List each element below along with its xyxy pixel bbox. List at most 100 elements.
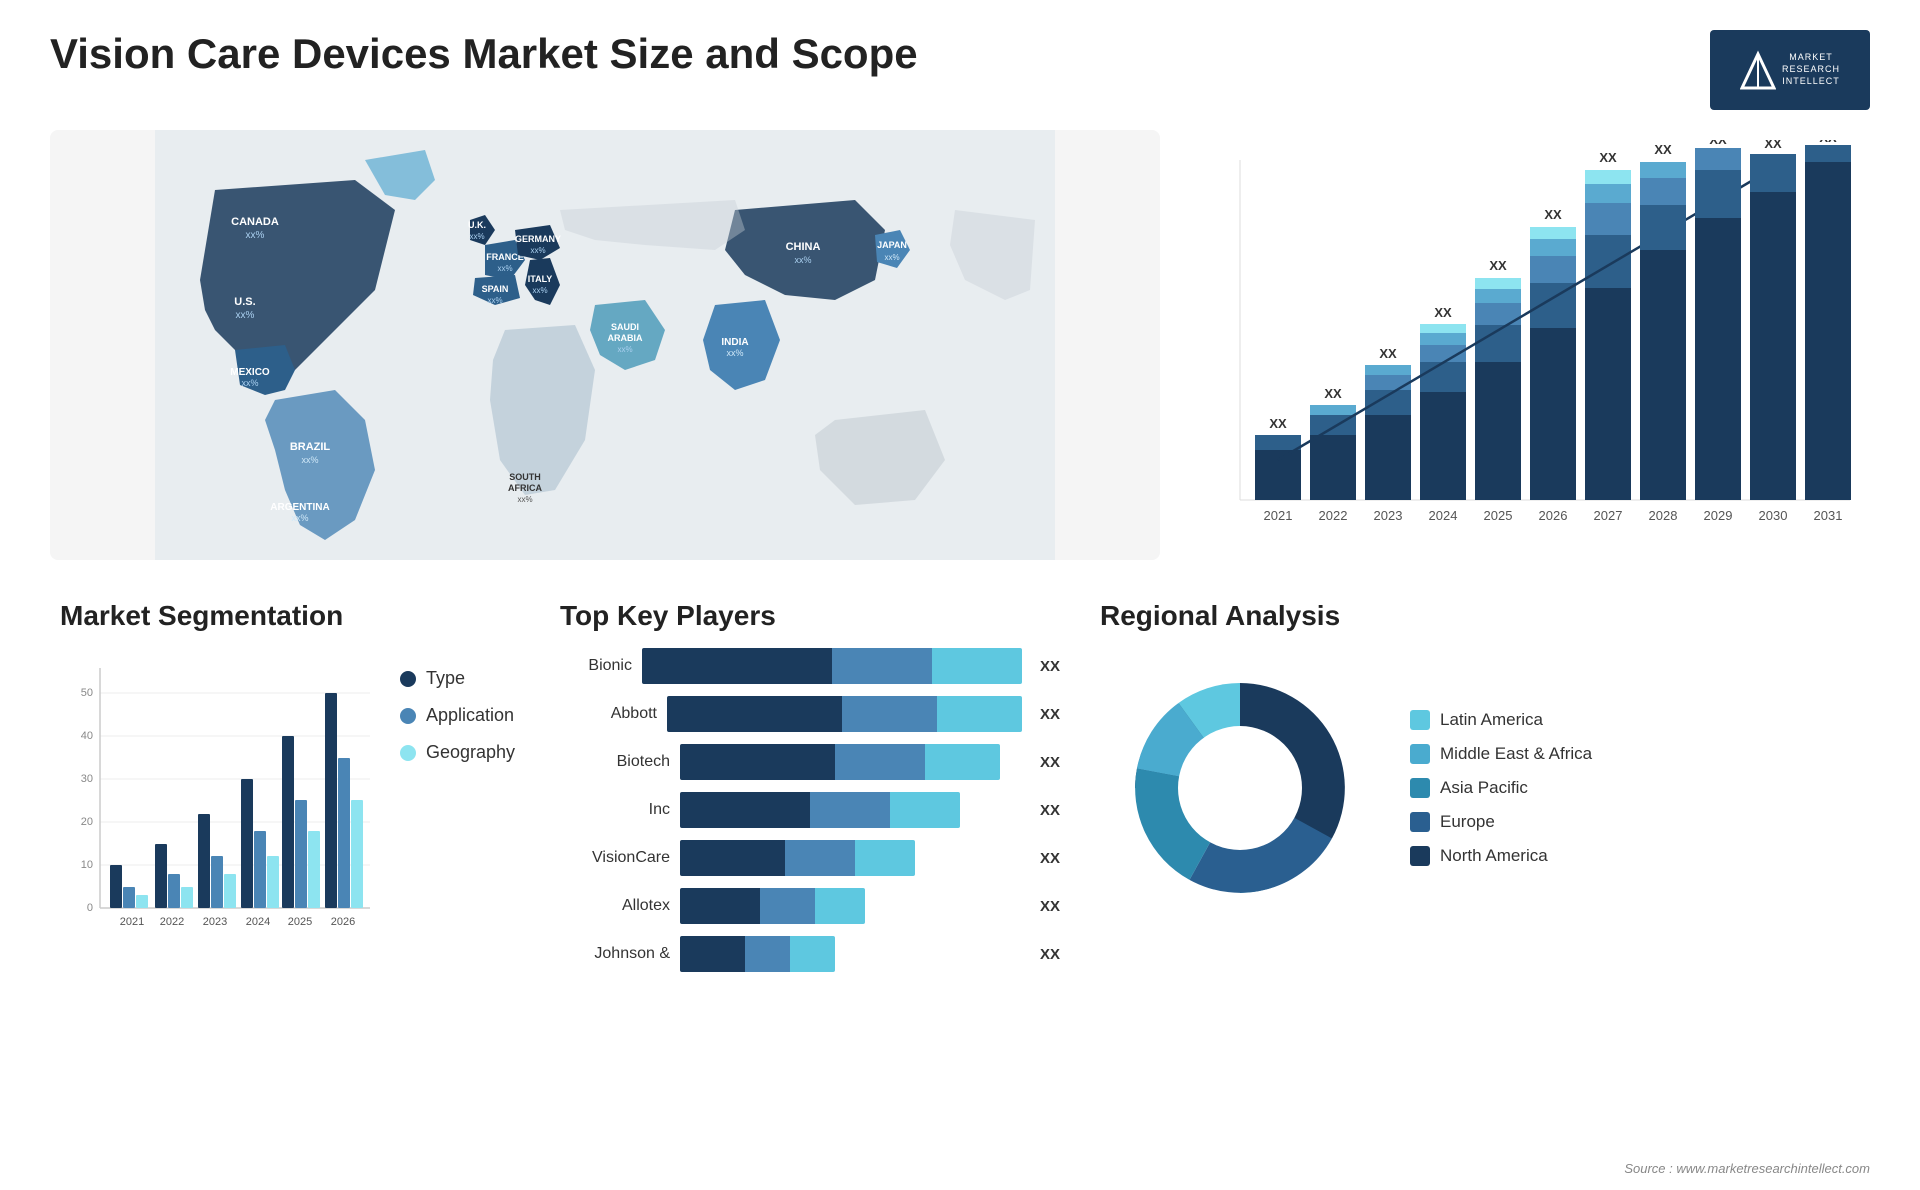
- svg-text:30: 30: [81, 773, 93, 785]
- svg-text:2023: 2023: [1374, 508, 1403, 523]
- logo-box: MARKET RESEARCH INTELLECT: [1710, 30, 1870, 110]
- segmentation-title: Market Segmentation: [60, 600, 520, 632]
- player-value: XX: [1040, 658, 1060, 675]
- svg-text:XX: XX: [1379, 346, 1397, 361]
- player-value: XX: [1040, 706, 1060, 723]
- regional-legend-item: Asia Pacific: [1410, 778, 1592, 798]
- donut-segments: [1135, 683, 1345, 893]
- svg-text:ARGENTINA: ARGENTINA: [270, 502, 329, 513]
- svg-text:XX: XX: [1324, 386, 1342, 401]
- svg-text:XX: XX: [1654, 142, 1672, 157]
- svg-text:XX: XX: [1269, 416, 1287, 431]
- player-row: Abbott XX: [560, 696, 1060, 732]
- player-bar-container: [680, 744, 1022, 780]
- svg-text:xx%: xx%: [884, 253, 899, 262]
- svg-text:2026: 2026: [1539, 508, 1568, 523]
- regional-container: Regional Analysis: [1090, 590, 1870, 1170]
- svg-text:xx%: xx%: [246, 230, 265, 241]
- svg-text:xx%: xx%: [726, 348, 743, 358]
- svg-text:XX: XX: [1434, 305, 1452, 320]
- svg-text:ARABIA: ARABIA: [608, 333, 643, 343]
- svg-text:SAUDI: SAUDI: [611, 322, 639, 332]
- players-list: Bionic XX Abbott: [560, 648, 1060, 972]
- legend-text-middle-east: Middle East & Africa: [1440, 744, 1592, 764]
- svg-text:U.K.: U.K.: [468, 220, 486, 230]
- svg-text:2025: 2025: [288, 916, 312, 928]
- svg-text:2022: 2022: [1319, 508, 1348, 523]
- svg-text:xx%: xx%: [236, 310, 255, 321]
- legend-text-asia-pacific: Asia Pacific: [1440, 778, 1528, 798]
- svg-text:xx%: xx%: [517, 495, 532, 504]
- svg-text:2022: 2022: [160, 916, 184, 928]
- svg-text:xx%: xx%: [617, 345, 632, 354]
- bar-chart-container: XX 2021 XX 2022 XX 2023: [1190, 130, 1870, 560]
- svg-text:SPAIN: SPAIN: [482, 284, 509, 294]
- svg-text:XX: XX: [1764, 140, 1782, 151]
- map-container: CANADA xx% U.S. xx% MEXICO xx% BRAZIL xx…: [50, 130, 1160, 560]
- player-value: XX: [1040, 802, 1060, 819]
- svg-text:XX: XX: [1709, 140, 1727, 147]
- header: Vision Care Devices Market Size and Scop…: [50, 30, 1870, 110]
- legend-text-north-america: North America: [1440, 846, 1548, 866]
- legend-dot-application: [400, 708, 416, 724]
- svg-text:XX: XX: [1544, 207, 1562, 222]
- svg-text:xx%: xx%: [794, 255, 811, 265]
- legend-color-middle-east: [1410, 744, 1430, 764]
- svg-text:CHINA: CHINA: [786, 241, 821, 253]
- svg-text:2021: 2021: [120, 916, 144, 928]
- player-value: XX: [1040, 898, 1060, 915]
- regional-legend-item: North America: [1410, 846, 1592, 866]
- regional-legend-item: Latin America: [1410, 710, 1592, 730]
- legend-color-asia-pacific: [1410, 778, 1430, 798]
- player-name: VisionCare: [560, 849, 670, 867]
- player-bar-container: [680, 840, 1022, 876]
- svg-text:2021: 2021: [1264, 508, 1293, 523]
- legend-dot-geography: [400, 745, 416, 761]
- player-name: Johnson &: [560, 945, 670, 963]
- player-row: Allotex XX: [560, 888, 1060, 924]
- seg-chart-area: 0 10 20 30 40 50 2021: [60, 648, 520, 968]
- svg-text:2031: 2031: [1814, 508, 1843, 523]
- svg-text:xx%: xx%: [497, 264, 512, 273]
- regional-legend-item: Middle East & Africa: [1410, 744, 1592, 764]
- page-title: Vision Care Devices Market Size and Scop…: [50, 30, 918, 78]
- svg-text:xx%: xx%: [530, 246, 545, 255]
- legend-item-type: Type: [400, 668, 515, 689]
- segmentation-chart-svg: 0 10 20 30 40 50 2021: [60, 648, 380, 968]
- legend-color-latin-america: [1410, 710, 1430, 730]
- player-name: Biotech: [560, 753, 670, 771]
- legend-color-europe: [1410, 812, 1430, 832]
- logo-area: MARKET RESEARCH INTELLECT: [1710, 30, 1870, 110]
- legend-text-latin-america: Latin America: [1440, 710, 1543, 730]
- svg-text:xx%: xx%: [241, 378, 258, 388]
- player-row: VisionCare XX: [560, 840, 1060, 876]
- player-name: Inc: [560, 801, 670, 819]
- player-bar-container: [642, 648, 1022, 684]
- legend-dot-type: [400, 671, 416, 687]
- svg-text:2024: 2024: [1429, 508, 1458, 523]
- segmentation-container: Market Segmentation 0 10 20 30 40: [50, 590, 530, 1170]
- svg-text:2028: 2028: [1649, 508, 1678, 523]
- regional-title: Regional Analysis: [1100, 600, 1860, 632]
- player-value: XX: [1040, 946, 1060, 963]
- svg-text:10: 10: [81, 859, 93, 871]
- legend-item-application: Application: [400, 705, 515, 726]
- donut-chart-svg: [1100, 648, 1380, 928]
- seg-legend: Type Application Geography: [400, 648, 515, 763]
- svg-text:2024: 2024: [246, 916, 270, 928]
- bar-chart-svg: XX 2021 XX 2022 XX 2023: [1210, 140, 1870, 560]
- top-section: CANADA xx% U.S. xx% MEXICO xx% BRAZIL xx…: [50, 130, 1870, 560]
- players-title: Top Key Players: [560, 600, 1060, 632]
- svg-text:CANADA: CANADA: [231, 216, 279, 228]
- svg-text:U.S.: U.S.: [234, 296, 255, 308]
- svg-text:xx%: xx%: [487, 296, 502, 305]
- legend-label-type: Type: [426, 668, 465, 689]
- svg-text:GERMANY: GERMANY: [515, 234, 561, 244]
- player-value: XX: [1040, 850, 1060, 867]
- svg-text:40: 40: [81, 730, 93, 742]
- svg-text:2025: 2025: [1484, 508, 1513, 523]
- regional-legend: Latin America Middle East & Africa Asia …: [1410, 710, 1592, 866]
- page-container: Vision Care Devices Market Size and Scop…: [0, 0, 1920, 1190]
- bottom-section: Market Segmentation 0 10 20 30 40: [50, 590, 1870, 1170]
- svg-text:XX: XX: [1599, 150, 1617, 165]
